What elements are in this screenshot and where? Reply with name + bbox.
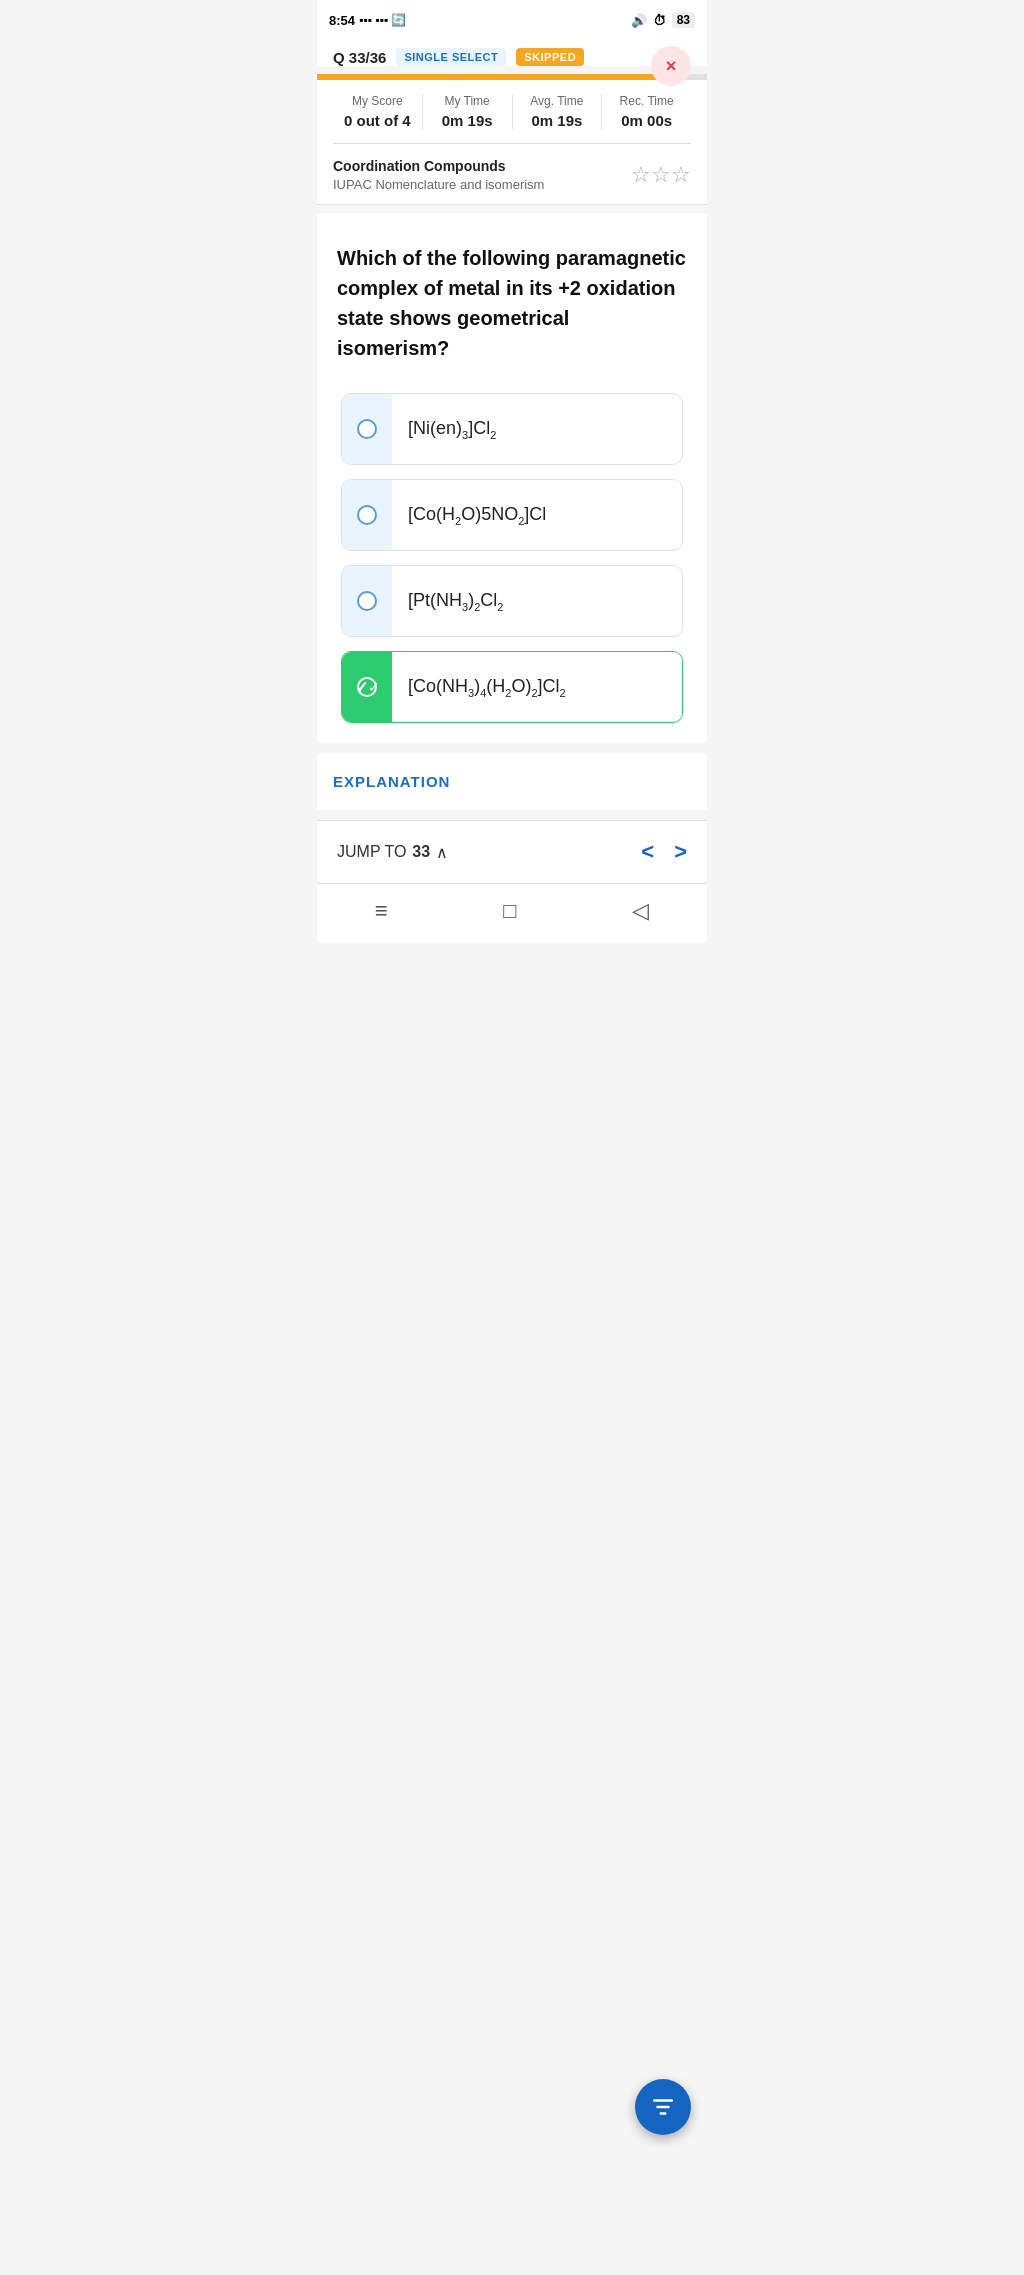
skipped-badge: SKIPPED <box>516 48 584 66</box>
question-text: Which of the following paramagnetic comp… <box>337 243 687 363</box>
my-score-label: My Score <box>341 94 414 108</box>
option-a-bar <box>342 394 392 464</box>
my-score-value: 0 out of 4 <box>341 112 414 129</box>
menu-icon[interactable]: ≡ <box>375 898 388 924</box>
bottom-nav: ≡ □ ◁ <box>317 883 707 943</box>
option-a[interactable]: [Ni(en)3]Cl2 <box>341 393 683 465</box>
option-a-radio <box>357 419 377 439</box>
question-meta: Q 33/36 SINGLE SELECT SKIPPED <box>333 48 691 66</box>
rec-time-label: Rec. Time <box>610 94 683 108</box>
option-c[interactable]: [Pt(NH3)2Cl2 <box>341 565 683 637</box>
status-time: 8:54 ▪▪▪ ▪▪▪ 🔄 <box>329 13 406 28</box>
jump-nav: < > <box>641 839 687 865</box>
filter-fab-button[interactable] <box>635 2079 691 2135</box>
option-d-bar: ✓ <box>342 652 392 722</box>
explanation-section: EXPLANATION <box>317 753 707 810</box>
my-time-value: 0m 19s <box>431 112 504 129</box>
my-time-label: My Time <box>431 94 504 108</box>
topic-section: Coordination Compounds IUPAC Nomenclatur… <box>317 144 707 205</box>
question-area: Which of the following paramagnetic comp… <box>317 213 707 743</box>
option-c-radio <box>357 591 377 611</box>
close-button[interactable]: × <box>651 46 691 86</box>
avg-time-label: Avg. Time <box>521 94 594 108</box>
question-number: Q 33/36 <box>333 49 386 66</box>
jump-to-left[interactable]: JUMP TO 33 ∧ <box>337 843 448 862</box>
option-a-content: [Ni(en)3]Cl2 <box>392 404 682 455</box>
topic-main: Coordination Compounds <box>333 158 544 174</box>
option-c-bar <box>342 566 392 636</box>
option-b[interactable]: [Co(H2O)5NO2]Cl <box>341 479 683 551</box>
filter-icon <box>650 2094 676 2120</box>
single-select-badge: SINGLE SELECT <box>396 48 506 66</box>
prev-button[interactable]: < <box>641 839 654 865</box>
next-button[interactable]: > <box>674 839 687 865</box>
avg-time-value: 0m 19s <box>521 112 594 129</box>
option-b-content: [Co(H2O)5NO2]Cl <box>392 490 682 541</box>
option-d-radio: ✓ <box>357 677 377 697</box>
score-row-wrapper: My Score 0 out of 4 My Time 0m 19s Avg. … <box>317 80 707 144</box>
header: Q 33/36 SINGLE SELECT SKIPPED × <box>317 36 707 66</box>
score-row: My Score 0 out of 4 My Time 0m 19s Avg. … <box>333 80 691 144</box>
rec-time-value: 0m 00s <box>610 112 683 129</box>
jump-to-label: JUMP TO <box>337 843 406 861</box>
back-icon[interactable]: ◁ <box>632 898 649 924</box>
star-icon[interactable]: ☆☆☆ <box>631 162 691 188</box>
avg-time-cell: Avg. Time 0m 19s <box>513 94 603 129</box>
option-b-radio <box>357 505 377 525</box>
rec-time-cell: Rec. Time 0m 00s <box>602 94 691 129</box>
status-bar: 8:54 ▪▪▪ ▪▪▪ 🔄 🔊 ⏱ 83 <box>317 0 707 36</box>
option-d-content: [Co(NH3)4(H2O)2]Cl2 <box>392 662 682 713</box>
option-b-bar <box>342 480 392 550</box>
jump-chevron-icon: ∧ <box>436 843 448 862</box>
my-score-cell: My Score 0 out of 4 <box>333 94 423 129</box>
home-icon[interactable]: □ <box>503 898 516 924</box>
option-c-content: [Pt(NH3)2Cl2 <box>392 576 682 627</box>
my-time-cell: My Time 0m 19s <box>423 94 513 129</box>
explanation-label[interactable]: EXPLANATION <box>333 773 691 790</box>
jump-to-number: 33 <box>412 843 430 861</box>
options-container: [Ni(en)3]Cl2 [Co(H2O)5NO2]Cl [Pt(NH3)2Cl… <box>337 393 687 723</box>
option-d[interactable]: ✓ [Co(NH3)4(H2O)2]Cl2 <box>341 651 683 723</box>
topic-text: Coordination Compounds IUPAC Nomenclatur… <box>333 158 544 192</box>
topic-sub: IUPAC Nomenclature and isomerism <box>333 177 544 192</box>
status-indicators: 🔊 ⏱ 83 <box>631 12 695 28</box>
jump-to-bar: JUMP TO 33 ∧ < > <box>317 820 707 883</box>
